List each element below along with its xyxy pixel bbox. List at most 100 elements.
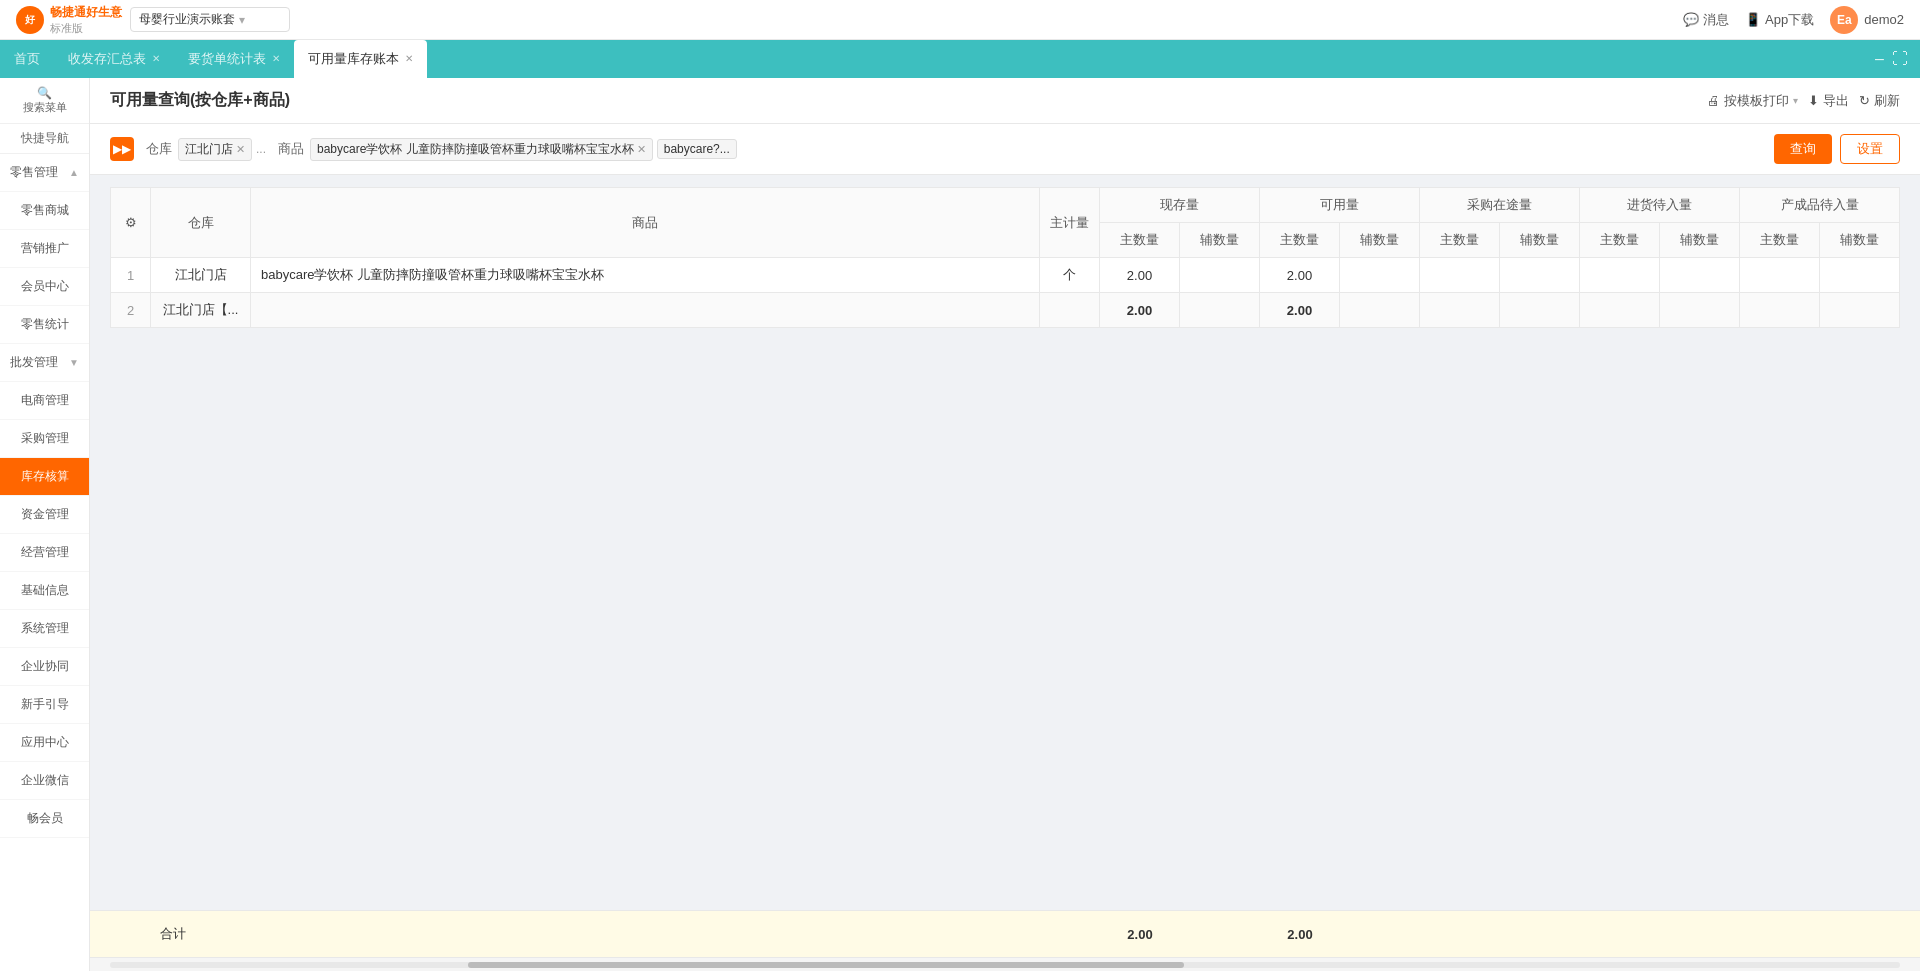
sidebar-search-area: 🔍 搜索菜单 (0, 78, 89, 124)
th-production-group: 产成品待入量 (1740, 188, 1900, 223)
row1-warehouse: 江北门店 (151, 258, 251, 293)
sidebar-item-app-center[interactable]: 应用中心 (0, 724, 89, 762)
sidebar-item-retail-stats[interactable]: 零售统计 (0, 306, 89, 344)
sidebar-item-finance[interactable]: 资金管理 (0, 496, 89, 534)
row2-incoming-aux (1660, 293, 1740, 328)
search-icon: 🔍 (37, 86, 52, 100)
filter-more-warehouse[interactable]: ... (256, 142, 266, 156)
th-stock-main: 主数量 (1100, 223, 1180, 258)
store-name: 母婴行业演示账套 (139, 11, 235, 28)
row1-production-aux (1820, 258, 1900, 293)
tab-home[interactable]: 首页 (0, 40, 54, 78)
quick-nav-button[interactable]: 快捷导航 (0, 124, 89, 154)
sidebar-item-newbie-guide[interactable]: 新手引导 (0, 686, 89, 724)
tab-bar: 首页 收发存汇总表 ✕ 要货单统计表 ✕ 可用量库存账本 ✕ – ⛶ (0, 40, 1920, 78)
chevron-down-print: ▾ (1793, 95, 1798, 106)
sidebar-item-system[interactable]: 系统管理 (0, 610, 89, 648)
tab-order-stats[interactable]: 要货单统计表 ✕ (174, 40, 294, 78)
sidebar-item-chang-member[interactable]: 畅会员 (0, 800, 89, 838)
setting-button[interactable]: 设置 (1840, 134, 1900, 164)
user-area[interactable]: Ea demo2 (1830, 6, 1904, 34)
store-selector[interactable]: 母婴行业演示账套 ▾ (130, 7, 290, 32)
remove-product-tag[interactable]: ✕ (637, 143, 646, 156)
user-name: demo2 (1864, 12, 1904, 27)
query-button[interactable]: 查询 (1774, 134, 1832, 164)
row1-avail-aux (1340, 258, 1420, 293)
tab-minimize-icon[interactable]: – (1875, 50, 1884, 68)
print-button[interactable]: 🖨 按模板打印 ▾ (1707, 92, 1798, 110)
th-production-main: 主数量 (1740, 223, 1820, 258)
tab-close-order[interactable]: ✕ (272, 54, 280, 64)
summary-label: 合计 (150, 919, 250, 949)
warehouse-tag-jiangbei[interactable]: 江北门店 ✕ (178, 138, 252, 161)
sidebar-item-inventory[interactable]: 库存核算 (0, 458, 89, 496)
row2-purchase-aux (1500, 293, 1580, 328)
row2-avail-main: 2.00 (1260, 293, 1340, 328)
row2-stock-main: 2.00 (1100, 293, 1180, 328)
tab-right-actions: – ⛶ (1875, 50, 1920, 68)
row2-incoming-main (1580, 293, 1660, 328)
summary-avail-main: 2.00 (1260, 919, 1340, 949)
sidebar-item-ecommerce[interactable]: 电商管理 (0, 382, 89, 420)
tab-available-stock[interactable]: 可用量库存账本 ✕ (294, 40, 427, 78)
th-product: 商品 (251, 188, 1040, 258)
row1-stock-main: 2.00 (1100, 258, 1180, 293)
tab-close-receipt[interactable]: ✕ (152, 54, 160, 64)
row2-production-main (1740, 293, 1820, 328)
scroll-track[interactable] (110, 962, 1900, 968)
download-icon: 📱 (1745, 12, 1761, 27)
sidebar-item-retail-mall[interactable]: 零售商城 (0, 192, 89, 230)
sidebar-item-purchase[interactable]: 采购管理 (0, 420, 89, 458)
sidebar-item-enterprise-wechat[interactable]: 企业微信 (0, 762, 89, 800)
sidebar-item-operations[interactable]: 经营管理 (0, 534, 89, 572)
avatar: Ea (1830, 6, 1858, 34)
th-incoming-aux: 辅数量 (1660, 223, 1740, 258)
table-container[interactable]: ⚙ 仓库 商品 主计量 现存量 可用量 采购在途量 进货待入量 产成品待入量 主… (90, 175, 1920, 910)
page-title: 可用量查询(按仓库+商品) (110, 90, 290, 111)
refresh-button[interactable]: ↻ 刷新 (1859, 92, 1900, 110)
top-bar-right: 💬 消息 📱 App下载 Ea demo2 (1683, 6, 1904, 34)
th-purchase-group: 采购在途量 (1420, 188, 1580, 223)
export-button[interactable]: ⬇ 导出 (1808, 92, 1849, 110)
sidebar-item-enterprise-collab[interactable]: 企业协同 (0, 648, 89, 686)
row2-unit (1040, 293, 1100, 328)
tab-maximize-icon[interactable]: ⛶ (1892, 50, 1908, 68)
filter-bar: ▶▶ 仓库 江北门店 ✕ ... 商品 babycare学饮杯 儿童防摔防撞吸管… (90, 124, 1920, 175)
filter-actions: 查询 设置 (1774, 134, 1900, 164)
message-button[interactable]: 💬 消息 (1683, 11, 1729, 29)
th-avail-aux: 辅数量 (1340, 223, 1420, 258)
message-icon: 💬 (1683, 12, 1699, 27)
row1-avail-main: 2.00 (1260, 258, 1340, 293)
th-settings: ⚙ (111, 188, 151, 258)
sidebar-item-member-center[interactable]: 会员中心 (0, 268, 89, 306)
sidebar: 🔍 搜索菜单 快捷导航 零售管理 ▲ 零售商城 营销推广 会员中心 零售统计 批… (0, 78, 90, 971)
th-incoming-group: 进货待入量 (1580, 188, 1740, 223)
page-actions: 🖨 按模板打印 ▾ ⬇ 导出 ↻ 刷新 (1707, 92, 1900, 110)
row1-purchase-main (1420, 258, 1500, 293)
row1-unit: 个 (1040, 258, 1100, 293)
scroll-bar-area[interactable] (90, 957, 1920, 971)
download-button[interactable]: 📱 App下载 (1745, 11, 1814, 29)
product-tag-babycare2[interactable]: babycare?... (657, 139, 737, 159)
row2-warehouse: 江北门店【... (151, 293, 251, 328)
row1-incoming-main (1580, 258, 1660, 293)
sidebar-item-basic-info[interactable]: 基础信息 (0, 572, 89, 610)
row1-purchase-aux (1500, 258, 1580, 293)
sidebar-item-marketing[interactable]: 营销推广 (0, 230, 89, 268)
filter-expand-button[interactable]: ▶▶ (110, 137, 134, 161)
table-row: 1 江北门店 babycare学饮杯 儿童防摔防撞吸管杯重力球吸嘴杯宝宝水杯 个… (111, 258, 1900, 293)
data-table: ⚙ 仓库 商品 主计量 现存量 可用量 采购在途量 进货待入量 产成品待入量 主… (110, 187, 1900, 328)
tab-receipt-summary[interactable]: 收发存汇总表 ✕ (54, 40, 174, 78)
sidebar-item-retail-management[interactable]: 零售管理 ▲ (0, 154, 89, 192)
scroll-thumb[interactable] (468, 962, 1184, 968)
product-tag-babycare[interactable]: babycare学饮杯 儿童防摔防撞吸管杯重力球吸嘴杯宝宝水杯 ✕ (310, 138, 653, 161)
tab-close-available[interactable]: ✕ (405, 54, 413, 64)
product-filter-group: 商品 babycare学饮杯 儿童防摔防撞吸管杯重力球吸嘴杯宝宝水杯 ✕ bab… (278, 138, 737, 161)
top-bar: 好 畅捷通好生意 标准版 母婴行业演示账套 ▾ 💬 消息 📱 App下载 Ea … (0, 0, 1920, 40)
search-menu-button[interactable]: 🔍 搜索菜单 (6, 86, 83, 115)
product-filter-label: 商品 (278, 140, 304, 158)
export-icon: ⬇ (1808, 93, 1819, 108)
content-area: 可用量查询(按仓库+商品) 🖨 按模板打印 ▾ ⬇ 导出 ↻ 刷新 ▶▶ (90, 78, 1920, 971)
remove-warehouse-tag[interactable]: ✕ (236, 143, 245, 156)
sidebar-item-wholesale-management[interactable]: 批发管理 ▼ (0, 344, 89, 382)
